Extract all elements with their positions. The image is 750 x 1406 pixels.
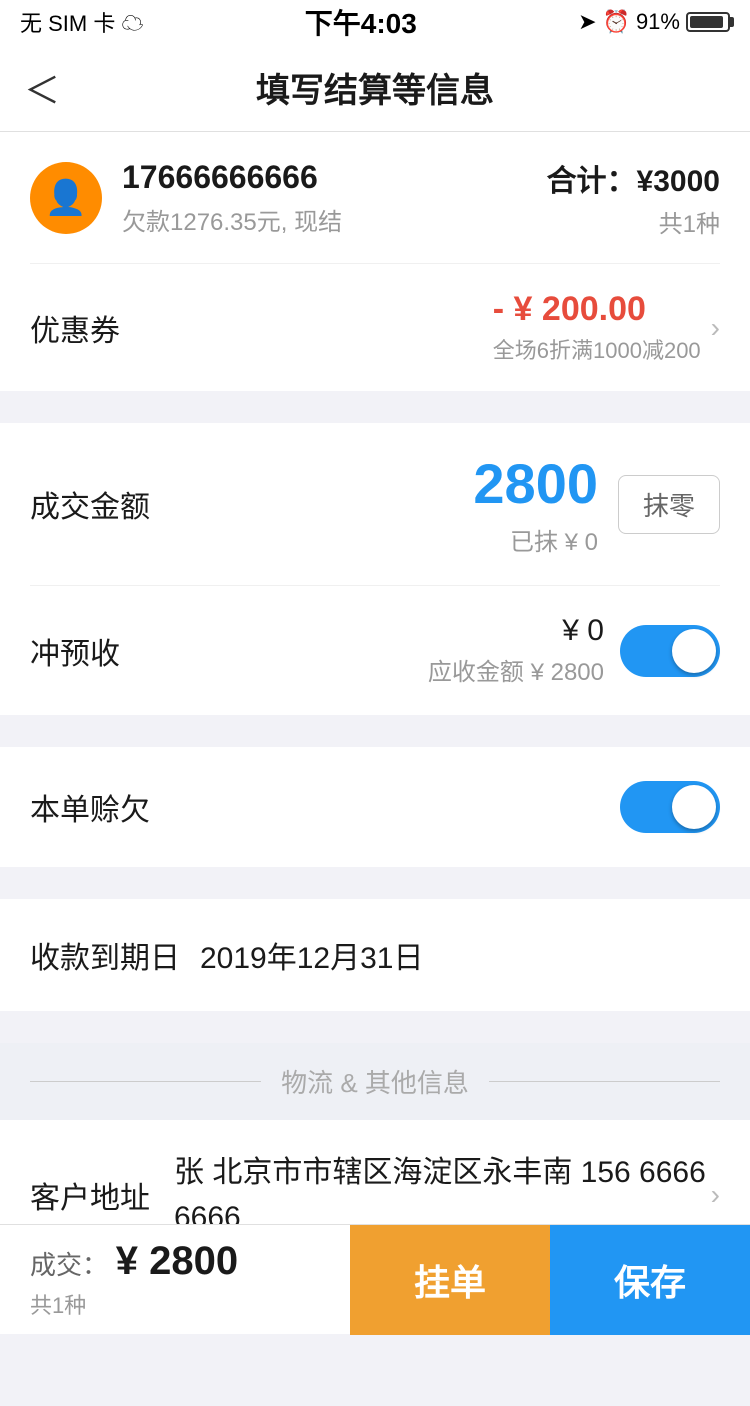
arrears-label: 本单赊欠 [30,785,150,829]
advance-amount: ¥ 0 [428,614,604,648]
separator-3 [0,883,750,899]
toggle-knob [672,629,716,673]
user-row: 👤 17666666666 欠款1276.35元, 现结 合计：¥3000 共1… [30,132,720,263]
chevron-right-icon: › [711,312,720,344]
deal-amount-info: 2800 已抹 ¥ 0 [473,451,598,557]
user-info-section: 👤 17666666666 欠款1276.35元, 现结 合计：¥3000 共1… [0,132,750,391]
coupon-row[interactable]: 优惠券 - ¥ 200.00 全场6折满1000减200 › [30,263,720,391]
advance-right: ¥ 0 应收金额 ¥ 2800 [428,614,720,687]
deal-amount-right: 2800 已抹 ¥ 0 抹零 [473,451,720,557]
hang-button[interactable]: 挂单 [350,1225,550,1335]
page-title: 填写结算等信息 [256,63,494,112]
back-button[interactable]: ＜ [24,62,60,114]
coupon-right: - ¥ 200.00 全场6折满1000减200 › [493,290,720,365]
arrears-section: 本单赊欠 [0,747,750,867]
deal-amount-value: 2800 [473,451,598,516]
user-left: 👤 17666666666 欠款1276.35元, 现结 [30,159,342,237]
deal-label: 成交金额 [30,482,150,526]
user-info-text: 17666666666 欠款1276.35元, 现结 [122,159,342,237]
advance-toggle[interactable] [620,625,720,677]
avatar-icon: 👤 [45,178,87,218]
advance-label: 冲预收 [30,629,120,673]
nav-bar: ＜ 填写结算等信息 [0,44,750,132]
arrears-toggle[interactable] [620,781,720,833]
user-right: 合计：¥3000 共1种 [547,156,720,239]
battery-bar [686,12,730,32]
coupon-info: - ¥ 200.00 全场6折满1000减200 [493,290,701,365]
deal-amount-row: 成交金额 2800 已抹 ¥ 0 抹零 [30,423,720,586]
separator-1 [0,407,750,423]
bottom-deal-label: 成交： [30,1250,108,1280]
advance-values: ¥ 0 应收金额 ¥ 2800 [428,614,604,687]
advance-row: 冲预收 ¥ 0 应收金额 ¥ 2800 [30,586,720,715]
duedate-row: 收款到期日 2019年12月31日 [30,899,720,1011]
coupon-discount: - ¥ 200.00 [493,290,701,329]
bottom-bar: 成交： ¥ 2800 共1种 挂单 保存 [0,1224,750,1334]
total-sub: 共1种 [547,204,720,239]
bottom-amount: ¥ 2800 [116,1239,238,1283]
advance-sub: 应收金额 ¥ 2800 [428,652,604,687]
bottom-sub: 共1种 [30,1288,320,1320]
sim-status: 无 SIM 卡 ☁ [20,6,143,38]
battery-percent: 91% [636,9,680,35]
separator-4 [0,1027,750,1043]
duedate-section: 收款到期日 2019年12月31日 [0,899,750,1011]
arrears-toggle-knob [672,785,716,829]
bottom-summary: 成交： ¥ 2800 共1种 [0,1239,350,1320]
coupon-desc: 全场6折满1000减200 [493,333,701,365]
logistics-divider: 物流 & 其他信息 [0,1043,750,1120]
duedate-label: 收款到期日 [30,933,180,977]
avatar: 👤 [30,162,102,234]
location-icon: ➤ [578,9,596,35]
arrears-row: 本单赊欠 [30,747,720,867]
address-chevron-icon: › [711,1179,720,1211]
round-button[interactable]: 抹零 [618,475,720,534]
deal-amount-sub: 已抹 ¥ 0 [473,522,598,557]
separator-2 [0,731,750,747]
status-right: ➤ ⏰ 91% [578,9,730,35]
logistics-label: 物流 & 其他信息 [281,1063,469,1100]
coupon-label: 优惠券 [30,306,120,350]
battery-fill [690,16,723,28]
user-sub: 欠款1276.35元, 现结 [122,202,342,237]
amount-section: 成交金额 2800 已抹 ¥ 0 抹零 冲预收 ¥ 0 应收金额 ¥ 2800 [0,423,750,715]
user-phone: 17666666666 [122,159,342,196]
status-bar: 无 SIM 卡 ☁ 下午4:03 ➤ ⏰ 91% [0,0,750,44]
bottom-deal-line: 成交： ¥ 2800 [30,1239,320,1284]
total-amount: 合计：¥3000 [547,156,720,200]
save-button[interactable]: 保存 [550,1225,750,1335]
alarm-icon: ⏰ [603,9,630,35]
divider-line-left [30,1081,261,1082]
divider-line-right [489,1081,720,1082]
status-left: 无 SIM 卡 ☁ [20,6,143,38]
duedate-value: 2019年12月31日 [200,933,423,977]
status-time: 下午4:03 [305,2,417,42]
address-label: 客户地址 [30,1173,150,1217]
